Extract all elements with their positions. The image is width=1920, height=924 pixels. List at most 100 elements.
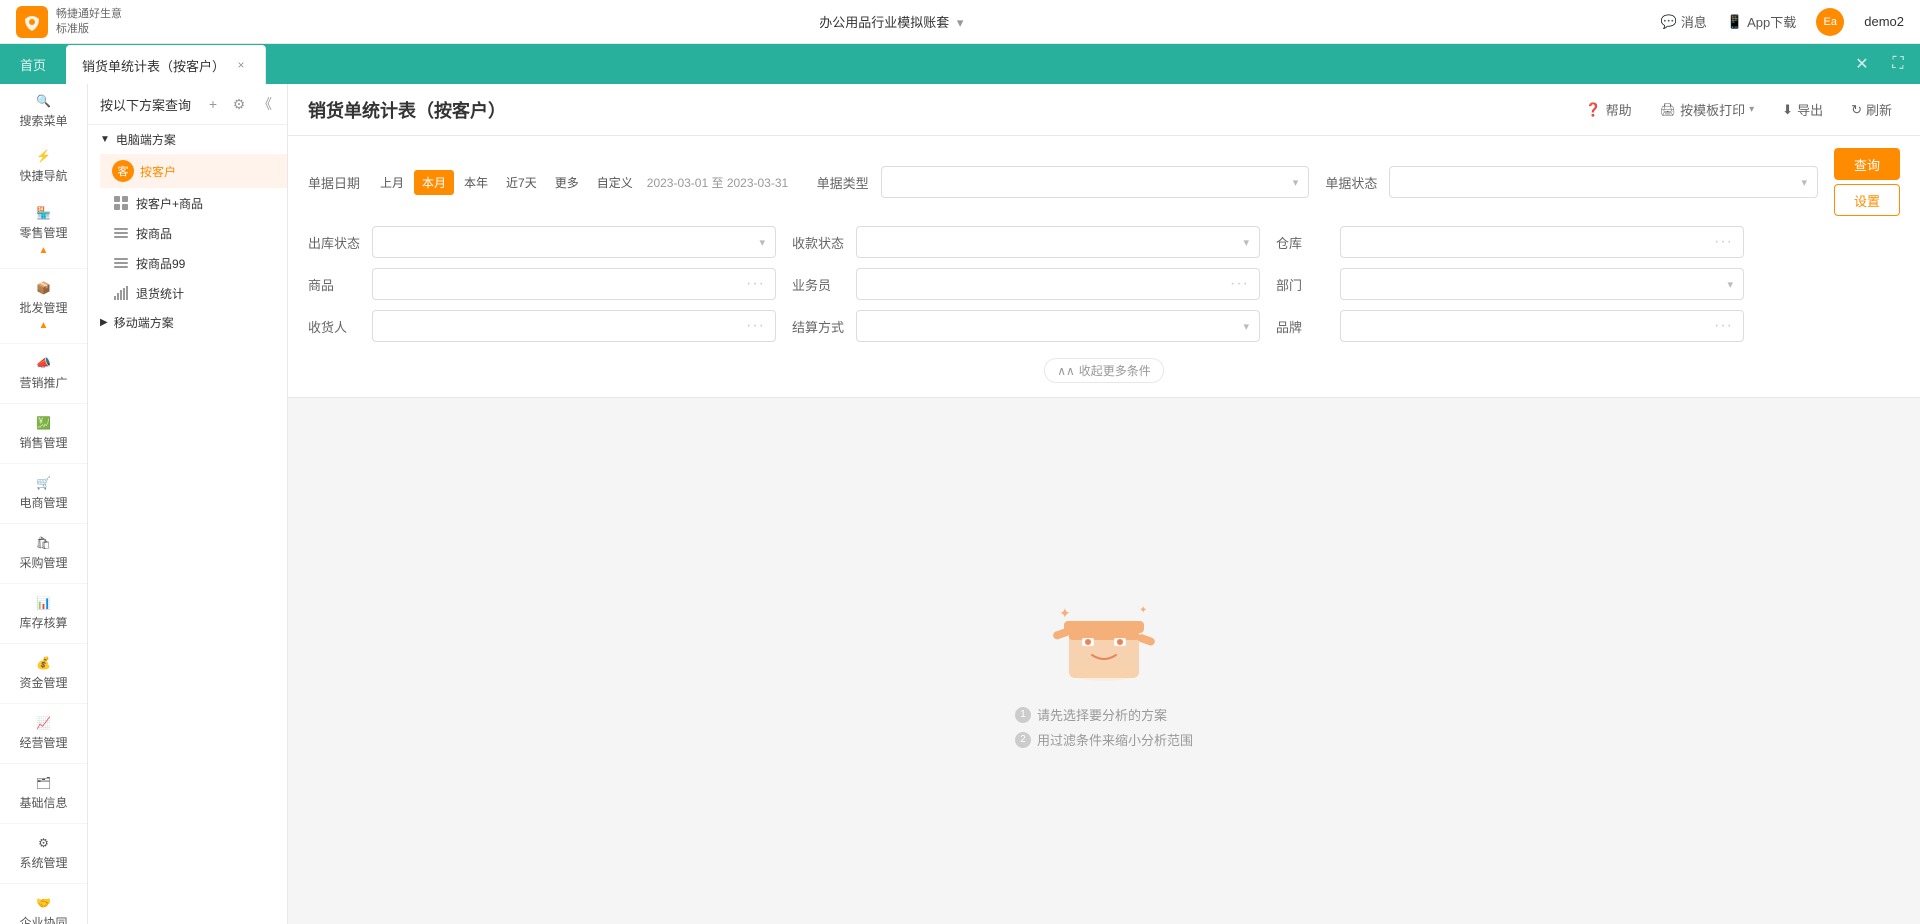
empty-state: ✦ ✦ 1 请先选择要分析的方案 2 用过滤条件来缩小分析范围: [288, 398, 1920, 924]
tree-group-mobile[interactable]: ▶ 移动端方案: [88, 308, 287, 337]
tree-item-returns[interactable]: 退货统计: [100, 278, 287, 308]
top-header: 畅捷通好生意 标准版 办公用品行业模拟账套 ▾ 💬 消息 📱 App下载 Ea …: [0, 0, 1920, 44]
page-header: 销货单统计表（按客户） ❓ 帮助 🖨 按模板打印 ⬇ 导出: [288, 84, 1920, 136]
sidebar-item-ecommerce[interactable]: 🛒 电商管理: [0, 464, 87, 524]
filter-row-1: 单据日期 上月 本月 本年 近7天 更多 自定义 2023-03-01 至 20…: [308, 148, 1900, 216]
collapse-btn[interactable]: ∧∧ 收起更多条件: [1044, 358, 1164, 383]
app-download-btn[interactable]: 📱 App下载: [1727, 12, 1796, 31]
receiver-select[interactable]: ···: [372, 310, 776, 342]
date-btn-7days[interactable]: 近7天: [498, 170, 545, 195]
brand-select[interactable]: ···: [1340, 310, 1744, 342]
tree-mobile-expand-icon: ▶: [100, 317, 108, 328]
ecommerce-icon: 🛒: [36, 476, 51, 490]
query-btn[interactable]: 查询: [1834, 148, 1900, 180]
salesperson-select[interactable]: ···: [856, 268, 1260, 300]
header-title: 办公用品行业模拟账套 ▾: [819, 12, 963, 31]
base-icon: 🗂: [36, 776, 51, 790]
tab-sales-stat[interactable]: 销货单统计表（按客户） ×: [66, 45, 266, 85]
filter-receipt: 收款状态 ▾: [792, 226, 1260, 258]
date-btn-last-month[interactable]: 上月: [372, 170, 412, 195]
logo-area: 畅捷通好生意 标准版: [16, 6, 122, 38]
department-select[interactable]: ▾: [1340, 268, 1744, 300]
page-actions: ❓ 帮助 🖨 按模板打印 ⬇ 导出 ↻ 刷新: [1577, 96, 1900, 123]
empty-tip-1: 1 请先选择要分析的方案: [1015, 705, 1193, 724]
sidebar-quick-nav[interactable]: ⚡ 快捷导航: [0, 139, 87, 194]
date-btn-this-month[interactable]: 本月: [414, 170, 454, 195]
tab-maximize-btn[interactable]: ⛶: [1884, 50, 1912, 78]
salesperson-label: 业务员: [792, 275, 848, 294]
export-btn[interactable]: ⬇ 导出: [1774, 96, 1831, 123]
warehouse-select[interactable]: ···: [1340, 226, 1744, 258]
tree-item-by-customer[interactable]: 客 按客户: [100, 154, 287, 188]
sidebar-item-finance[interactable]: 💰 资金管理: [0, 644, 87, 704]
settlement-dropdown-icon: ▾: [1243, 320, 1249, 333]
tree-group-desktop[interactable]: ▼ 电脑端方案: [88, 125, 287, 154]
settlement-label: 结算方式: [792, 317, 848, 336]
tree-item-by-customer-goods[interactable]: 按客户+商品: [100, 188, 287, 218]
sidebar-item-system[interactable]: ⚙ 系统管理: [0, 824, 87, 884]
date-btn-custom[interactable]: 自定义: [589, 170, 641, 195]
date-range-display: 2023-03-01 至 2023-03-31: [647, 174, 788, 191]
stock-out-label: 出库状态: [308, 233, 364, 252]
receipt-select[interactable]: ▾: [856, 226, 1260, 258]
refresh-btn[interactable]: ↻ 刷新: [1843, 96, 1900, 123]
settings-btn[interactable]: 设置: [1834, 184, 1900, 216]
app-logo-icon: [16, 6, 48, 38]
tree-item-by-goods[interactable]: 按商品: [100, 218, 287, 248]
filter-warehouse: 仓库 ···: [1276, 226, 1744, 258]
brand-ellipsis: ···: [1714, 317, 1733, 335]
date-btn-this-year[interactable]: 本年: [456, 170, 496, 195]
collapse-panel-btn[interactable]: 《: [255, 94, 275, 114]
sidebar-item-sales[interactable]: 💹 销售管理: [0, 404, 87, 464]
inventory-icon: 📊: [36, 596, 51, 610]
receipt-label: 收款状态: [792, 233, 848, 252]
sidebar-item-inventory[interactable]: 📊 库存核算: [0, 584, 87, 644]
tab-close-btn[interactable]: ×: [233, 57, 249, 73]
order-type-dropdown-icon: ▾: [1293, 176, 1299, 189]
collapse-up-icon: ∧∧: [1057, 364, 1075, 378]
tab-label: 销货单统计表（按客户）: [82, 56, 225, 75]
add-scheme-btn[interactable]: +: [203, 94, 223, 114]
sidebar-item-wholesale[interactable]: 📦 批发管理 ▲: [0, 269, 87, 344]
template-print-btn[interactable]: 🖨 按模板打印: [1652, 96, 1763, 123]
filter-brand: 品牌 ···: [1276, 310, 1744, 342]
tree-item-by-goods99[interactable]: 按商品99: [100, 248, 287, 278]
action-btn-group: 查询 设置: [1834, 148, 1900, 216]
order-type-select[interactable]: ▾: [881, 166, 1310, 198]
order-status-select[interactable]: ▾: [1389, 166, 1818, 198]
sidebar-item-purchase[interactable]: 🛍 采购管理: [0, 524, 87, 584]
goods99-icon: [112, 254, 130, 272]
filter-order-status: 单据状态 ▾: [1325, 166, 1818, 198]
department-label: 部门: [1276, 275, 1332, 294]
sidebar-item-base[interactable]: 🗂 基础信息: [0, 764, 87, 824]
tab-home[interactable]: 首页: [0, 44, 66, 84]
settlement-select[interactable]: ▾: [856, 310, 1260, 342]
order-type-label: 单据类型: [817, 173, 873, 192]
goods-select[interactable]: ···: [372, 268, 776, 300]
goods-ellipsis: ···: [746, 275, 765, 293]
filter-stock-out: 出库状态 ▾: [308, 226, 776, 258]
sales-icon: 💹: [36, 416, 51, 430]
sidebar-item-operations[interactable]: 📈 经营管理: [0, 704, 87, 764]
sidebar-item-marketing[interactable]: 📣 营销推广: [0, 344, 87, 404]
avatar[interactable]: Ea: [1816, 8, 1844, 36]
content-area: 按以下方案查询 + ⚙ 《 ▼ 电脑端方案 客 按客户: [88, 84, 1920, 924]
sidebar-item-enterprise[interactable]: 🤝 企业协同: [0, 884, 87, 924]
tab-bar: 首页 销货单统计表（按客户） × ✕ ⛶: [0, 44, 1920, 84]
settings-scheme-btn[interactable]: ⚙: [229, 94, 249, 114]
stock-out-select[interactable]: ▾: [372, 226, 776, 258]
main-layout: 🔍 搜索菜单 ⚡ 快捷导航 🏪 零售管理 ▲ 📦 批发管理 ▲ 📣 营销推广 💹…: [0, 84, 1920, 924]
date-btn-more[interactable]: 更多: [547, 170, 587, 195]
customer-circle-icon: 客: [112, 160, 134, 182]
filter-department: 部门 ▾: [1276, 268, 1744, 300]
filter-row-3: 商品 ··· 业务员 ··· 部门: [308, 268, 1900, 300]
date-label: 单据日期: [308, 173, 364, 192]
message-btn[interactable]: 💬 消息: [1661, 12, 1707, 31]
sidebar-search[interactable]: 🔍 搜索菜单: [0, 84, 87, 139]
sidebar-item-retail[interactable]: 🏪 零售管理 ▲: [0, 194, 87, 269]
goods-label: 商品: [308, 275, 364, 294]
help-btn[interactable]: ❓ 帮助: [1577, 96, 1639, 123]
tab-close-window-btn[interactable]: ✕: [1848, 50, 1876, 78]
tab-bar-actions: ✕ ⛶: [1848, 50, 1920, 78]
search-icon: 🔍: [36, 94, 51, 108]
